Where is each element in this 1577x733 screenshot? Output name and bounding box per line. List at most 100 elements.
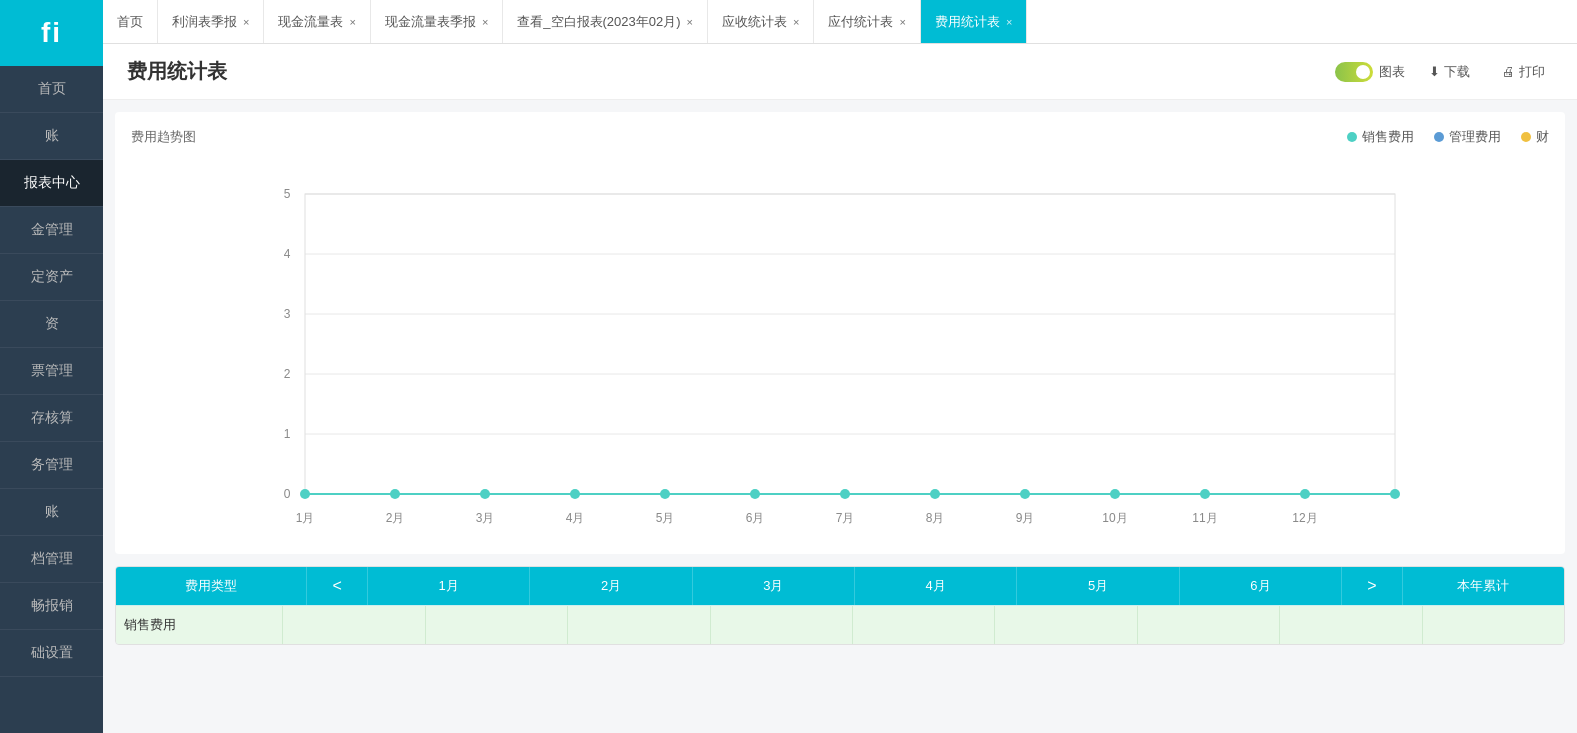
- download-label: 下载: [1444, 63, 1470, 81]
- svg-text:11月: 11月: [1192, 511, 1217, 525]
- td-m1: [426, 606, 568, 644]
- chart-svg-wrap: 5 4 3 2 1 0: [131, 154, 1549, 538]
- print-button[interactable]: 🖨 打印: [1494, 59, 1553, 85]
- td-yearly: [1423, 606, 1564, 644]
- svg-point-24: [1300, 489, 1310, 499]
- svg-point-14: [390, 489, 400, 499]
- tab-expense[interactable]: 费用统计表 ×: [921, 0, 1027, 44]
- legend-admin: 管理费用: [1434, 128, 1501, 146]
- svg-text:1月: 1月: [296, 511, 315, 525]
- td-m6: [1138, 606, 1280, 644]
- sidebar-item-assets[interactable]: 定资产: [0, 254, 103, 301]
- svg-text:12月: 12月: [1292, 511, 1317, 525]
- col-month-6: 6月: [1180, 567, 1342, 605]
- svg-text:4: 4: [284, 247, 291, 261]
- tab-close-profit-quarter[interactable]: ×: [243, 16, 249, 28]
- svg-text:10月: 10月: [1102, 511, 1127, 525]
- td-expense-type: 销售费用: [116, 606, 283, 644]
- svg-point-13: [300, 489, 310, 499]
- td-m5: [995, 606, 1137, 644]
- sidebar: fi 首页 账 报表中心 金管理 定资产 资 票管理 存核算 务管理 账 档管理…: [0, 0, 103, 733]
- main-area: 首页 利润表季报 × 现金流量表 × 现金流量表季报 × 查看_空白报表(202…: [103, 0, 1577, 733]
- svg-point-19: [840, 489, 850, 499]
- col-month-4: 4月: [855, 567, 1017, 605]
- tab-cashflow[interactable]: 现金流量表 ×: [264, 0, 370, 44]
- sidebar-logo: fi: [0, 0, 103, 66]
- nav-prev-button[interactable]: <: [307, 567, 368, 605]
- chart-legend: 销售费用 管理费用 财: [1347, 128, 1549, 146]
- svg-point-16: [570, 489, 580, 499]
- legend-label-sales: 销售费用: [1362, 128, 1414, 146]
- chart-toggle[interactable]: [1335, 62, 1373, 82]
- chart-container: 费用趋势图 销售费用 管理费用 财: [115, 112, 1565, 554]
- legend-dot-sales: [1347, 132, 1357, 142]
- sidebar-item-expense[interactable]: 畅报销: [0, 583, 103, 630]
- chart-toggle-label: 图表: [1379, 63, 1405, 81]
- table-header: 费用类型 < 1月 2月 3月 4月 5月 6月: [116, 567, 1564, 605]
- svg-point-15: [480, 489, 490, 499]
- header-actions: 图表 ⬇ 下载 🖨 打印: [1335, 59, 1553, 85]
- tab-close-blank-report[interactable]: ×: [687, 16, 693, 28]
- sidebar-item-finance[interactable]: 金管理: [0, 207, 103, 254]
- svg-text:0: 0: [284, 487, 291, 501]
- tab-payable[interactable]: 应付统计表 ×: [814, 0, 920, 44]
- sidebar-item-settings[interactable]: 础设置: [0, 630, 103, 677]
- tab-profit-quarter[interactable]: 利润表季报 ×: [158, 0, 264, 44]
- chart-header: 费用趋势图 销售费用 管理费用 财: [131, 128, 1549, 146]
- page-header: 费用统计表 图表 ⬇ 下载 🖨 打印: [103, 44, 1577, 100]
- trend-chart: 5 4 3 2 1 0: [131, 154, 1549, 534]
- svg-point-18: [750, 489, 760, 499]
- tab-close-cashflow[interactable]: ×: [349, 16, 355, 28]
- tab-close-receivable[interactable]: ×: [793, 16, 799, 28]
- svg-point-21: [1020, 489, 1030, 499]
- sidebar-item-archive[interactable]: 档管理: [0, 536, 103, 583]
- tab-cashflow-quarter[interactable]: 现金流量表季报 ×: [371, 0, 503, 44]
- svg-text:3: 3: [284, 307, 291, 321]
- nav-next-button[interactable]: >: [1342, 567, 1403, 605]
- tab-close-cashflow-quarter[interactable]: ×: [482, 16, 488, 28]
- sidebar-item-bills[interactable]: 票管理: [0, 348, 103, 395]
- expense-table: 费用类型 < 1月 2月 3月 4月 5月 6月: [115, 566, 1565, 645]
- sidebar-item-funds[interactable]: 资: [0, 301, 103, 348]
- tab-close-payable[interactable]: ×: [899, 16, 905, 28]
- legend-sales: 销售费用: [1347, 128, 1414, 146]
- sidebar-item-services[interactable]: 务管理: [0, 442, 103, 489]
- page-title: 费用统计表: [127, 58, 227, 85]
- td-m1-nav: [283, 606, 425, 644]
- td-nav-next: [1280, 606, 1422, 644]
- sidebar-item-account[interactable]: 账: [0, 113, 103, 160]
- sidebar-item-reports[interactable]: 报表中心: [0, 160, 103, 207]
- legend-label-admin: 管理费用: [1449, 128, 1501, 146]
- svg-point-23: [1200, 489, 1210, 499]
- chart-title: 费用趋势图: [131, 128, 196, 146]
- tab-bar: 首页 利润表季报 × 现金流量表 × 现金流量表季报 × 查看_空白报表(202…: [103, 0, 1577, 44]
- tab-blank-report[interactable]: 查看_空白报表(2023年02月) ×: [503, 0, 708, 44]
- col-expense-type: 费用类型: [116, 567, 307, 605]
- legend-label-finance: 财: [1536, 128, 1549, 146]
- svg-text:2: 2: [284, 367, 291, 381]
- tab-home[interactable]: 首页: [103, 0, 158, 44]
- print-icon: 🖨: [1502, 64, 1515, 79]
- svg-rect-12: [305, 194, 1395, 494]
- tab-close-expense[interactable]: ×: [1006, 16, 1012, 28]
- svg-text:5: 5: [284, 187, 291, 201]
- svg-point-17: [660, 489, 670, 499]
- legend-dot-finance: [1521, 132, 1531, 142]
- legend-dot-admin: [1434, 132, 1444, 142]
- download-button[interactable]: ⬇ 下载: [1421, 59, 1478, 85]
- svg-text:3月: 3月: [476, 511, 495, 525]
- svg-text:2月: 2月: [386, 511, 405, 525]
- svg-point-25: [1390, 489, 1400, 499]
- td-m4: [853, 606, 995, 644]
- col-month-2: 2月: [530, 567, 692, 605]
- tab-receivable[interactable]: 应收统计表 ×: [708, 0, 814, 44]
- sidebar-item-ledger[interactable]: 账: [0, 489, 103, 536]
- sidebar-item-inventory[interactable]: 存核算: [0, 395, 103, 442]
- col-month-5: 5月: [1017, 567, 1179, 605]
- sidebar-item-home[interactable]: 首页: [0, 66, 103, 113]
- svg-text:8月: 8月: [926, 511, 945, 525]
- content-area: 费用统计表 图表 ⬇ 下载 🖨 打印 费用趋势图: [103, 44, 1577, 733]
- col-month-1: 1月: [368, 567, 530, 605]
- svg-point-20: [930, 489, 940, 499]
- chart-toggle-wrap: 图表: [1335, 62, 1405, 82]
